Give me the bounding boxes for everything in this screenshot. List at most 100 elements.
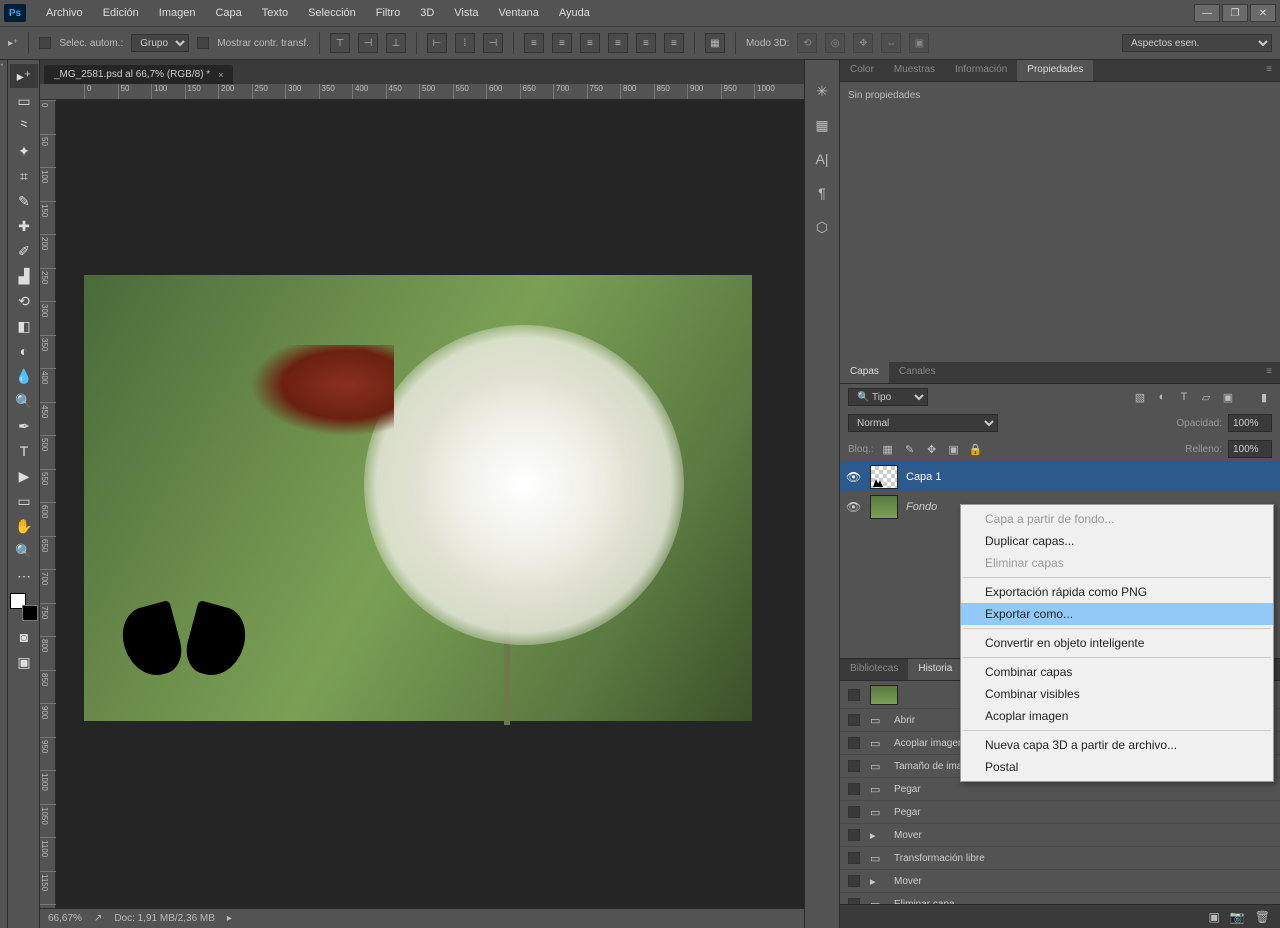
minimize-button[interactable]: — — [1194, 4, 1220, 22]
panel-menu-icon[interactable]: ≡ — [1258, 60, 1280, 81]
auto-select-checkbox[interactable] — [39, 37, 51, 49]
new-snapshot-icon[interactable]: 📷 — [1230, 910, 1245, 924]
tab-history[interactable]: Historia — [908, 659, 962, 680]
type-tool[interactable]: T — [10, 439, 38, 463]
context-menu-item[interactable]: Nueva capa 3D a partir de archivo... — [961, 734, 1273, 756]
history-marker[interactable] — [848, 737, 860, 749]
auto-select-target[interactable]: Grupo — [131, 34, 189, 52]
menu-seleccion[interactable]: Selección — [298, 3, 366, 23]
tab-channels[interactable]: Canales — [889, 362, 946, 383]
menu-vista[interactable]: Vista — [444, 3, 488, 23]
history-marker[interactable] — [848, 852, 860, 864]
history-marker[interactable] — [848, 829, 860, 841]
new-document-from-state-icon[interactable]: ▣ — [1208, 910, 1219, 924]
lock-pixels-icon[interactable]: ✎ — [902, 441, 918, 457]
lock-all-icon[interactable]: 🔒 — [968, 441, 984, 457]
character-icon[interactable]: A| — [810, 148, 834, 170]
distribute-hcenter-icon[interactable]: ≡ — [636, 33, 656, 53]
history-marker[interactable] — [848, 783, 860, 795]
history-marker[interactable] — [848, 806, 860, 818]
blend-mode-select[interactable]: Normal — [848, 414, 998, 432]
distribute-top-icon[interactable]: ≡ — [524, 33, 544, 53]
layer-thumbnail[interactable] — [870, 465, 898, 489]
context-menu-item[interactable]: Postal — [961, 756, 1273, 778]
layer-thumbnail[interactable] — [870, 495, 898, 519]
toolbar-collapse-strip[interactable] — [0, 60, 8, 928]
gradient-tool[interactable]: ◐ — [10, 339, 38, 363]
menu-ayuda[interactable]: Ayuda — [549, 3, 600, 23]
paragraph-icon[interactable]: ¶ — [810, 182, 834, 204]
context-menu-item[interactable]: Acoplar imagen — [961, 705, 1273, 727]
show-transform-checkbox[interactable] — [197, 37, 209, 49]
dodge-tool[interactable]: 🔍 — [10, 389, 38, 413]
align-vcenter-icon[interactable]: ⊣ — [358, 33, 378, 53]
filter-smart-icon[interactable]: ▣ — [1220, 389, 1236, 405]
history-row[interactable]: ▸ Mover — [840, 870, 1280, 893]
color-swatches[interactable] — [10, 593, 38, 621]
tab-swatches[interactable]: Muestras — [884, 60, 945, 81]
fill-input[interactable] — [1228, 440, 1272, 458]
context-menu-item[interactable]: Exportar como... — [961, 603, 1273, 625]
context-menu-item[interactable]: Duplicar capas... — [961, 530, 1273, 552]
context-menu-item[interactable]: Convertir en objeto inteligente — [961, 632, 1273, 654]
filter-adjustment-icon[interactable]: ◐ — [1154, 389, 1170, 405]
snapshot-marker[interactable] — [848, 689, 860, 701]
hand-tool[interactable]: ✋ — [10, 514, 38, 538]
filter-shape-icon[interactable]: ▱ — [1198, 389, 1214, 405]
document-tab[interactable]: _MG_2581.psd al 66,7% (RGB/8) * × — [44, 65, 233, 84]
clone-stamp-tool[interactable]: ▟ — [10, 264, 38, 288]
3d-scale-icon[interactable]: ▣ — [909, 33, 929, 53]
distribute-left-icon[interactable]: ≡ — [608, 33, 628, 53]
rectangle-tool[interactable]: ▭ — [10, 489, 38, 513]
history-row[interactable]: ▸ Mover — [840, 824, 1280, 847]
magic-wand-tool[interactable]: ✦ — [10, 139, 38, 163]
3d-slide-icon[interactable]: ⇔ — [881, 33, 901, 53]
histogram-icon[interactable]: ✳ — [810, 80, 834, 102]
maximize-button[interactable]: ❐ — [1222, 4, 1248, 22]
path-selection-tool[interactable]: ▶ — [10, 464, 38, 488]
align-left-icon[interactable]: ⊢ — [427, 33, 447, 53]
history-marker[interactable] — [848, 714, 860, 726]
menu-texto[interactable]: Texto — [252, 3, 298, 23]
canvas[interactable] — [56, 100, 804, 908]
history-row[interactable]: ▭ Eliminar capa — [840, 893, 1280, 904]
history-brush-tool[interactable]: ⟲ — [10, 289, 38, 313]
visibility-toggle[interactable]: 👁 — [846, 500, 862, 514]
filter-type-icon[interactable]: T — [1176, 389, 1192, 405]
tab-properties[interactable]: Propiedades — [1017, 60, 1093, 81]
pen-tool[interactable]: ✒ — [10, 414, 38, 438]
zoom-tool[interactable]: 🔍 — [10, 539, 38, 563]
menu-3d[interactable]: 3D — [410, 3, 444, 23]
tab-color[interactable]: Color — [840, 60, 884, 81]
3d-pan-icon[interactable]: ✥ — [853, 33, 873, 53]
auto-align-icon[interactable]: ▦ — [705, 33, 725, 53]
tab-info[interactable]: Información — [945, 60, 1017, 81]
healing-brush-tool[interactable]: ✚ — [10, 214, 38, 238]
history-marker[interactable] — [848, 875, 860, 887]
menu-imagen[interactable]: Imagen — [149, 3, 206, 23]
align-bottom-icon[interactable]: ⊥ — [386, 33, 406, 53]
zoom-level[interactable]: 66,67% — [48, 913, 82, 924]
distribute-vcenter-icon[interactable]: ≡ — [552, 33, 572, 53]
align-hcenter-icon[interactable]: ⁞ — [455, 33, 475, 53]
layer-name[interactable]: Fondo — [906, 501, 937, 513]
quick-mask-toggle[interactable]: ◙ — [10, 625, 38, 649]
status-arrow-icon[interactable]: ▸ — [227, 913, 232, 924]
distribute-bottom-icon[interactable]: ≡ — [580, 33, 600, 53]
filter-toggle-icon[interactable]: ▮ — [1256, 389, 1272, 405]
context-menu-item[interactable]: Combinar capas — [961, 661, 1273, 683]
crop-tool[interactable]: ⌗ — [10, 164, 38, 188]
lock-transparency-icon[interactable]: ▦ — [880, 441, 896, 457]
eraser-tool[interactable]: ◧ — [10, 314, 38, 338]
close-button[interactable]: ✕ — [1250, 4, 1276, 22]
move-tool[interactable]: ▸⁺ — [10, 64, 38, 88]
tab-layers[interactable]: Capas — [840, 362, 889, 383]
edit-toolbar[interactable]: ⋯ — [10, 564, 38, 588]
visibility-toggle[interactable]: 👁 — [846, 470, 862, 484]
share-icon[interactable]: ↗ — [94, 913, 102, 924]
tab-libraries[interactable]: Bibliotecas — [840, 659, 908, 680]
align-right-icon[interactable]: ⊣ — [483, 33, 503, 53]
lock-artboard-icon[interactable]: ▣ — [946, 441, 962, 457]
lasso-tool[interactable]: ⺀ — [10, 114, 38, 138]
history-marker[interactable] — [848, 760, 860, 772]
